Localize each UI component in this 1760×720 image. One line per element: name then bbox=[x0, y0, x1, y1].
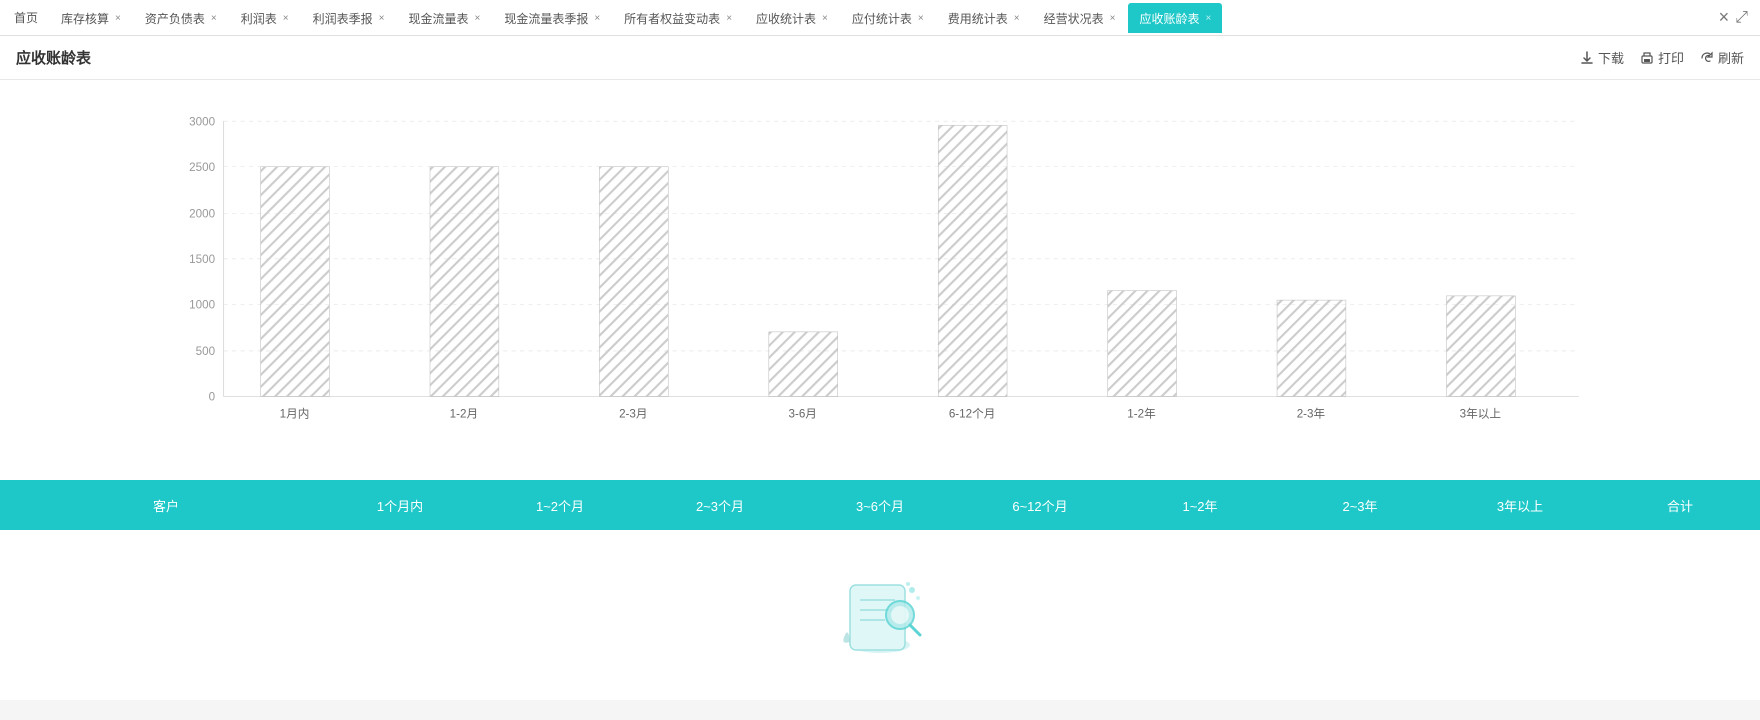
print-icon bbox=[1640, 51, 1654, 65]
bar-month6-12 bbox=[938, 125, 1007, 396]
bar-year2-3 bbox=[1277, 300, 1346, 396]
close-tab-profit[interactable]: × bbox=[283, 13, 289, 24]
download-icon bbox=[1580, 51, 1594, 65]
bar-month1-2 bbox=[430, 167, 499, 397]
refresh-button[interactable]: 刷新 bbox=[1700, 48, 1744, 67]
svg-text:6-12个月: 6-12个月 bbox=[949, 408, 996, 421]
col-1month: 1个月内 bbox=[320, 496, 480, 515]
close-tab-ap-stats[interactable]: × bbox=[918, 13, 924, 24]
tab-inventory[interactable]: 库存核算 × bbox=[50, 3, 132, 33]
col-6-12month: 6~12个月 bbox=[960, 496, 1120, 515]
download-button[interactable]: 下载 bbox=[1580, 48, 1624, 67]
tab-home[interactable]: 首页 bbox=[4, 9, 48, 26]
col-total: 合计 bbox=[1600, 496, 1760, 515]
empty-icon bbox=[830, 570, 930, 660]
tab-ar-stats[interactable]: 应收统计表 × bbox=[745, 3, 839, 33]
col-3-6month: 3~6个月 bbox=[800, 496, 960, 515]
window-controls: × ⤢ bbox=[1719, 7, 1756, 28]
close-tab-inventory[interactable]: × bbox=[115, 13, 121, 24]
svg-text:3-6月: 3-6月 bbox=[788, 408, 816, 421]
svg-text:1-2年: 1-2年 bbox=[1127, 407, 1156, 421]
print-button[interactable]: 打印 bbox=[1640, 48, 1684, 67]
main-content: 0 500 1000 1500 2000 2500 3000 1月内 1-2月 … bbox=[0, 80, 1760, 700]
bar-year1-2 bbox=[1108, 291, 1177, 397]
svg-text:3000: 3000 bbox=[189, 115, 215, 128]
tab-ops-status[interactable]: 经营状况表 × bbox=[1033, 3, 1127, 33]
close-tab-equity[interactable]: × bbox=[726, 13, 732, 24]
bar-month2-3 bbox=[599, 167, 668, 397]
table-header: 客户 1个月内 1~2个月 2~3个月 3~6个月 6~12个月 1~2年 2~… bbox=[0, 480, 1760, 530]
bar-chart: 0 500 1000 1500 2000 2500 3000 1月内 1-2月 … bbox=[40, 100, 1720, 460]
col-1-2year: 1~2年 bbox=[1120, 496, 1280, 515]
empty-illustration bbox=[830, 570, 930, 660]
tab-ap-stats[interactable]: 应付统计表 × bbox=[841, 3, 935, 33]
col-customer: 客户 bbox=[0, 496, 320, 515]
svg-text:1000: 1000 bbox=[189, 299, 215, 312]
close-tab-ar-aging[interactable]: × bbox=[1205, 13, 1211, 24]
close-tab-ops-status[interactable]: × bbox=[1110, 13, 1116, 24]
col-2-3month: 2~3个月 bbox=[640, 496, 800, 515]
tab-profit-quarterly[interactable]: 利润表季报 × bbox=[302, 3, 396, 33]
tab-bar: 首页 库存核算 × 资产负债表 × 利润表 × 利润表季报 × 现金流量表 × … bbox=[0, 0, 1760, 36]
refresh-icon bbox=[1700, 51, 1714, 65]
tab-profit[interactable]: 利润表 × bbox=[230, 3, 300, 33]
page-header: 应收账龄表 下载 打印 刷新 bbox=[0, 36, 1760, 80]
close-tab-cashflow[interactable]: × bbox=[474, 13, 480, 24]
svg-text:2-3月: 2-3月 bbox=[619, 408, 647, 421]
svg-text:3年以上: 3年以上 bbox=[1460, 407, 1502, 421]
close-tab-balance-sheet[interactable]: × bbox=[211, 13, 217, 24]
tab-equity[interactable]: 所有者权益变动表 × bbox=[613, 3, 743, 33]
svg-text:0: 0 bbox=[209, 391, 216, 404]
tab-expense-stats[interactable]: 费用统计表 × bbox=[937, 3, 1031, 33]
svg-text:1500: 1500 bbox=[189, 253, 215, 266]
col-2-3year: 2~3年 bbox=[1280, 496, 1440, 515]
close-tab-profit-quarterly[interactable]: × bbox=[379, 13, 385, 24]
close-window-icon[interactable]: × bbox=[1719, 7, 1730, 28]
col-3plus-year: 3年以上 bbox=[1440, 496, 1600, 515]
chart-area: 0 500 1000 1500 2000 2500 3000 1月内 1-2月 … bbox=[0, 80, 1760, 480]
tab-cashflow-quarterly[interactable]: 现金流量表季报 × bbox=[493, 3, 611, 33]
svg-text:1-2月: 1-2月 bbox=[450, 408, 478, 421]
bar-year3plus bbox=[1446, 296, 1515, 397]
svg-text:2-3年: 2-3年 bbox=[1297, 407, 1326, 421]
close-tab-ar-stats[interactable]: × bbox=[822, 13, 828, 24]
bar-month1 bbox=[261, 167, 330, 397]
tab-cashflow[interactable]: 现金流量表 × bbox=[397, 3, 491, 33]
maximize-window-icon[interactable]: ⤢ bbox=[1735, 9, 1748, 27]
svg-text:2000: 2000 bbox=[189, 208, 215, 221]
close-tab-expense-stats[interactable]: × bbox=[1014, 13, 1020, 24]
page-title: 应收账龄表 bbox=[16, 47, 91, 68]
svg-text:500: 500 bbox=[196, 345, 216, 358]
col-1-2month: 1~2个月 bbox=[480, 496, 640, 515]
close-tab-cashflow-quarterly[interactable]: × bbox=[594, 13, 600, 24]
bar-month3-6 bbox=[769, 332, 838, 397]
empty-state bbox=[0, 530, 1760, 700]
header-actions: 下载 打印 刷新 bbox=[1580, 48, 1744, 67]
tab-ar-aging[interactable]: 应收账龄表 × bbox=[1128, 3, 1222, 33]
svg-text:1月内: 1月内 bbox=[280, 407, 310, 421]
svg-text:2500: 2500 bbox=[189, 161, 215, 174]
tab-balance-sheet[interactable]: 资产负债表 × bbox=[134, 3, 228, 33]
